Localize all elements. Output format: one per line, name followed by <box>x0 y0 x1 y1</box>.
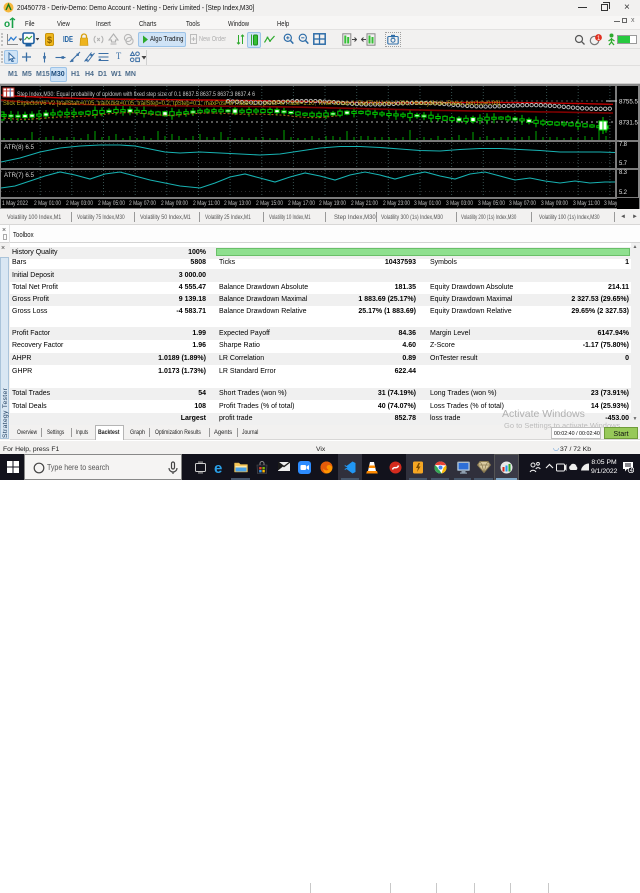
svg-text:8731.5: 8731.5 <box>619 120 639 127</box>
svg-text:3 May 01:00: 3 May 01:00 <box>414 201 442 207</box>
svg-text:2 May 11:00: 2 May 11:00 <box>193 201 221 207</box>
svg-text:2 May 05:00: 2 May 05:00 <box>98 201 126 207</box>
svg-text:2 May 15:00: 2 May 15:00 <box>256 201 284 207</box>
svg-text:2 May 07:00: 2 May 07:00 <box>129 201 157 207</box>
svg-text:e: e <box>214 461 222 474</box>
svg-text:2 May 03:00: 2 May 03:00 <box>66 201 94 207</box>
svg-text:7.8: 7.8 <box>619 141 628 148</box>
svg-text:o: o <box>4 19 10 29</box>
svg-text:4: 4 <box>630 468 633 473</box>
svg-text:Step Index,M30: Equal probabi: Step Index,M30: Equal probability of up/… <box>17 91 255 98</box>
svg-text:2 May 09:00: 2 May 09:00 <box>161 201 189 207</box>
svg-text:3 May 03:00: 3 May 03:00 <box>446 201 474 207</box>
svg-text:3 May 05:00: 3 May 05:00 <box>478 201 506 207</box>
svg-text:3 May 07:00: 3 May 07:00 <box>509 201 537 207</box>
svg-text:Slick ExpectorV6 V2 [trailStar: Slick ExpectorV6 V2 [trailStart=0.05; tr… <box>3 100 500 107</box>
svg-text:8.3: 8.3 <box>619 169 628 176</box>
svg-text:5.7: 5.7 <box>619 160 628 167</box>
svg-text:1 May 2022: 1 May 2022 <box>2 201 29 207</box>
svg-text:3 May 11:00: 3 May 11:00 <box>573 201 601 207</box>
svg-text:2 May 23:00: 2 May 23:00 <box>383 201 411 207</box>
svg-text:ATR(8) 6.5: ATR(8) 6.5 <box>4 144 35 151</box>
svg-text:$: $ <box>47 35 52 45</box>
svg-text:ATR(7) 6.5: ATR(7) 6.5 <box>4 172 35 179</box>
svg-text:2 May 17:00: 2 May 17:00 <box>288 201 316 207</box>
svg-text:3 May 09:00: 3 May 09:00 <box>541 201 569 207</box>
svg-text:2 May 13:00: 2 May 13:00 <box>224 201 252 207</box>
svg-text:8755.5: 8755.5 <box>619 99 639 106</box>
svg-text:2 May 01:00: 2 May 01:00 <box>34 201 62 207</box>
svg-text:2 May 21:00: 2 May 21:00 <box>351 201 379 207</box>
svg-text:5.2: 5.2 <box>619 189 628 196</box>
svg-text:2 May 19:00: 2 May 19:00 <box>319 201 347 207</box>
